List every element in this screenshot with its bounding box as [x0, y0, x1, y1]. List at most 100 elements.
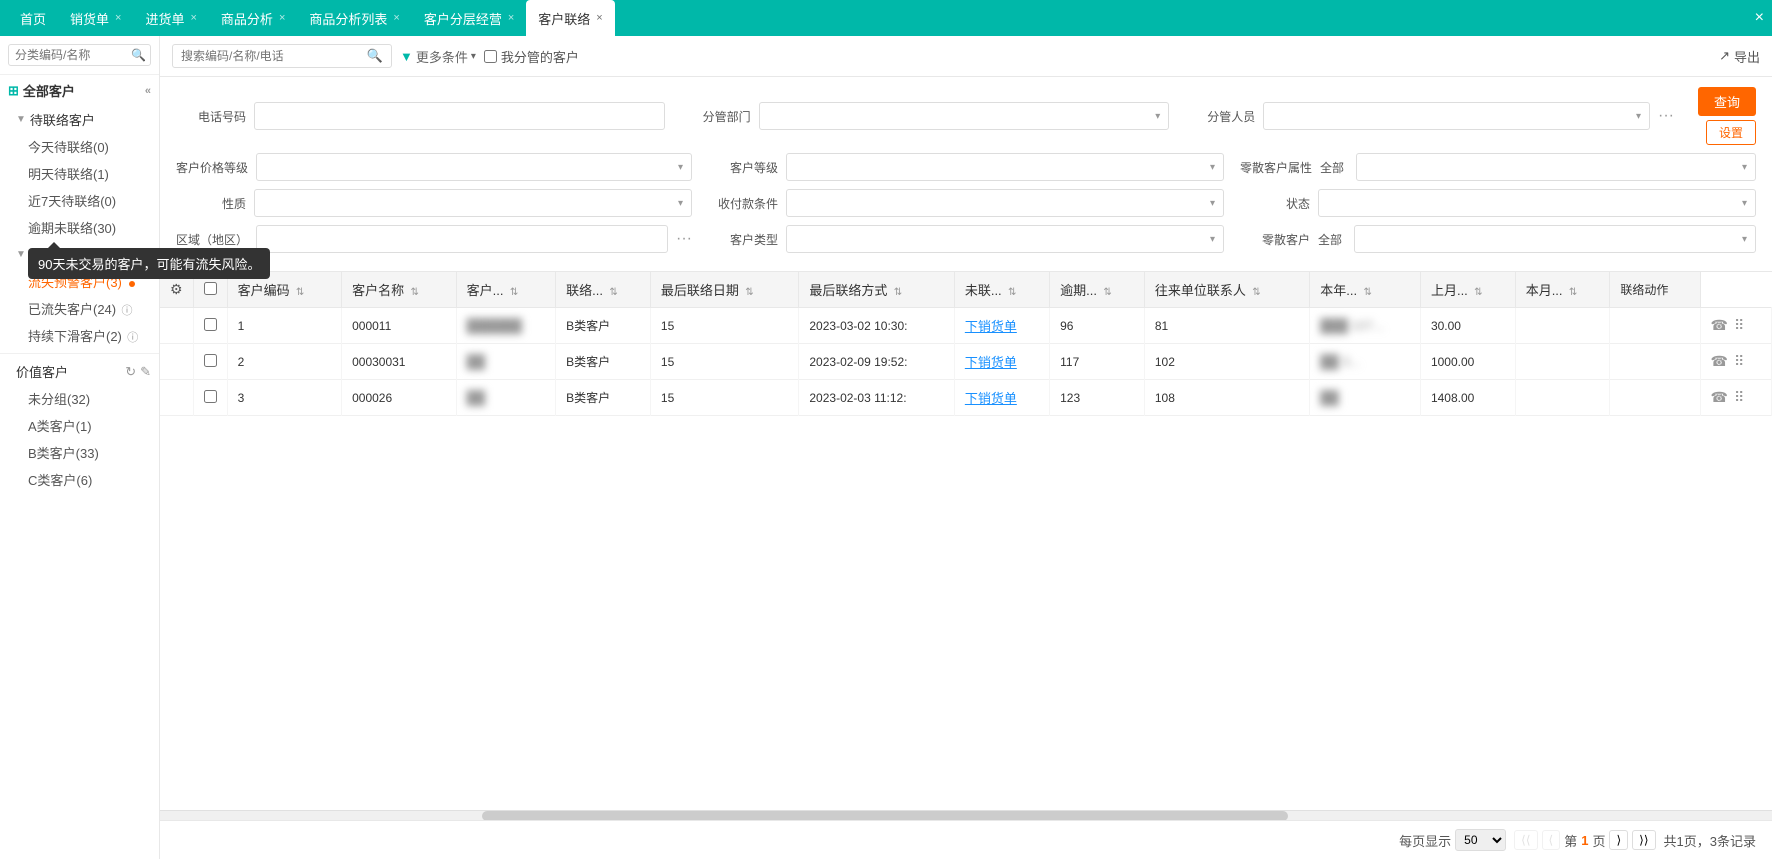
row-name: ██: [456, 380, 556, 416]
category-search-input[interactable]: [8, 44, 151, 66]
more-conditions-btn[interactable]: ▼ 更多条件 ▾: [400, 47, 476, 66]
horizontal-scrollbar[interactable]: [160, 810, 1772, 820]
last-page-btn[interactable]: ⟩⟩: [1632, 830, 1655, 850]
action-contact-icon[interactable]: ☎: [1711, 389, 1728, 406]
settings-icon[interactable]: ⚙: [170, 281, 183, 297]
per-page-dropdown[interactable]: 50 100 200: [1455, 829, 1506, 851]
tab-customer-contact-close[interactable]: ×: [596, 12, 602, 24]
action-more-icon[interactable]: ⠿: [1734, 317, 1744, 334]
last-method-sort-icon[interactable]: ⇅: [894, 287, 902, 298]
region-label: 区域（地区）: [176, 231, 248, 248]
dept-select[interactable]: ▾: [759, 102, 1170, 130]
sidebar-week-contact[interactable]: 近7天待联络(0): [0, 187, 159, 214]
collapse-icon[interactable]: «: [145, 85, 151, 97]
search-input[interactable]: [181, 49, 363, 63]
zero-attr-select[interactable]: ▾: [1356, 153, 1756, 181]
row-last-date: 2023-03-02 10:30:: [799, 308, 954, 344]
last-month-sort-icon[interactable]: ⇅: [1474, 287, 1482, 298]
first-page-btn[interactable]: ⟨⟨: [1514, 830, 1537, 850]
region-more-icon[interactable]: ···: [676, 230, 692, 248]
row-checkbox[interactable]: [204, 390, 217, 403]
price-grade-select[interactable]: ▾: [256, 153, 692, 181]
tab-purchase-close[interactable]: ×: [190, 12, 196, 24]
sidebar-overdue-contact[interactable]: 逾期未联络(30): [0, 214, 159, 241]
last-method-link[interactable]: 下销货单: [965, 391, 1017, 406]
next-page-btn[interactable]: ⟩: [1609, 830, 1628, 850]
prev-page-btn[interactable]: ⟨: [1542, 830, 1561, 850]
warning-dot: [129, 281, 135, 287]
type-sort-icon[interactable]: ⇅: [510, 287, 518, 298]
tab-analysis-list-close[interactable]: ×: [393, 12, 399, 24]
sidebar-holding-down[interactable]: 持续下滑客户(2) ⓘ: [0, 322, 159, 349]
refresh-icon[interactable]: ↻: [125, 364, 136, 380]
export-button[interactable]: ↗ 导出: [1719, 47, 1760, 66]
tab-purchase[interactable]: 进货单 ×: [133, 0, 208, 36]
filter-phone: 电话号码: [176, 102, 665, 130]
payment-select[interactable]: ▾: [786, 189, 1224, 217]
manager-more-icon[interactable]: ···: [1658, 107, 1674, 125]
edit-icon[interactable]: ✎: [140, 364, 151, 380]
row-actions: ☎ ⠿: [1700, 380, 1772, 416]
tab-customer-tier-close[interactable]: ×: [508, 12, 514, 24]
last-date-sort-icon[interactable]: ⇅: [745, 287, 753, 298]
contact-person-sort-icon[interactable]: ⇅: [1252, 287, 1260, 298]
settings-button[interactable]: 设置: [1706, 120, 1756, 145]
tab-sales-close[interactable]: ×: [115, 12, 121, 24]
manager-select[interactable]: ▾: [1263, 102, 1650, 130]
arrow-down-icon: ▼: [16, 114, 26, 125]
action-contact-icon[interactable]: ☎: [1711, 317, 1728, 334]
tab-analysis-list[interactable]: 商品分析列表 ×: [297, 0, 411, 36]
manager-label: 分管人员: [1185, 108, 1255, 125]
manager-chevron-icon: ▾: [1636, 111, 1641, 122]
this-month-sort-icon[interactable]: ⇅: [1569, 287, 1577, 298]
tab-sales[interactable]: 销货单 ×: [58, 0, 133, 36]
last-method-link[interactable]: 下销货单: [965, 319, 1017, 334]
sidebar-c-class[interactable]: C类客户(6): [0, 466, 159, 493]
row-num: 3: [227, 380, 342, 416]
action-more-icon[interactable]: ⠿: [1734, 353, 1744, 370]
last-method-link[interactable]: 下销货单: [965, 355, 1017, 370]
tab-customer-contact[interactable]: 客户联络 ×: [526, 0, 614, 36]
sidebar-ungrouped[interactable]: 未分组(32): [0, 385, 159, 412]
sidebar-b-class[interactable]: B类客户(33): [0, 439, 159, 466]
contact-sort-icon[interactable]: ⇅: [609, 287, 617, 298]
sidebar-already-churn[interactable]: 已流失客户(24) ⓘ: [0, 295, 159, 322]
customer-type-select[interactable]: ▾: [786, 225, 1224, 253]
action-contact-icon[interactable]: ☎: [1711, 353, 1728, 370]
close-window[interactable]: ×: [1755, 9, 1764, 27]
zero-customer-select[interactable]: ▾: [1354, 225, 1756, 253]
this-year-sort-icon[interactable]: ⇅: [1363, 287, 1371, 298]
code-sort-icon[interactable]: ⇅: [296, 287, 304, 298]
not-contacted-sort-icon[interactable]: ⇅: [1008, 287, 1016, 298]
status-select[interactable]: ▾: [1318, 189, 1756, 217]
sidebar-today-contact[interactable]: 今天待联络(0): [0, 133, 159, 160]
phone-input[interactable]: [254, 102, 665, 130]
row-checkbox[interactable]: [204, 318, 217, 331]
col-last-month: 上月... ⇅: [1420, 272, 1515, 308]
name-sort-icon[interactable]: ⇅: [410, 287, 418, 298]
row-this-year: 30.00: [1420, 308, 1515, 344]
zero-customer-chevron: ▾: [1742, 234, 1747, 245]
my-customers-checkbox[interactable]: [484, 50, 497, 63]
select-all-checkbox[interactable]: [204, 282, 217, 295]
action-more-icon[interactable]: ⠿: [1734, 389, 1744, 406]
gender-select[interactable]: ▾: [254, 189, 692, 217]
query-button[interactable]: 查询: [1698, 87, 1756, 116]
sidebar-all-customers[interactable]: ⊞ 全部客户 «: [0, 75, 159, 106]
sidebar-tomorrow-contact[interactable]: 明天待联络(1): [0, 160, 159, 187]
sidebar-pending-contact[interactable]: ▼ 待联络客户: [0, 106, 159, 133]
customer-grade-select[interactable]: ▾: [786, 153, 1224, 181]
tab-customer-tier[interactable]: 客户分层经营 ×: [412, 0, 526, 36]
overdue-sort-icon[interactable]: ⇅: [1103, 287, 1111, 298]
tab-analysis[interactable]: 商品分析 ×: [209, 0, 297, 36]
row-checkbox-cell: [193, 380, 227, 416]
row-type: B类客户: [556, 344, 651, 380]
tab-home[interactable]: 首页: [8, 0, 58, 36]
row-checkbox[interactable]: [204, 354, 217, 367]
sidebar-value-customers[interactable]: 价值客户 ↻ ✎: [0, 358, 159, 385]
tab-analysis-close[interactable]: ×: [279, 12, 285, 24]
current-page: 1: [1581, 833, 1588, 848]
sidebar-a-class[interactable]: A类客户(1): [0, 412, 159, 439]
region-select[interactable]: [256, 225, 668, 253]
row-this-year: 1408.00: [1420, 380, 1515, 416]
